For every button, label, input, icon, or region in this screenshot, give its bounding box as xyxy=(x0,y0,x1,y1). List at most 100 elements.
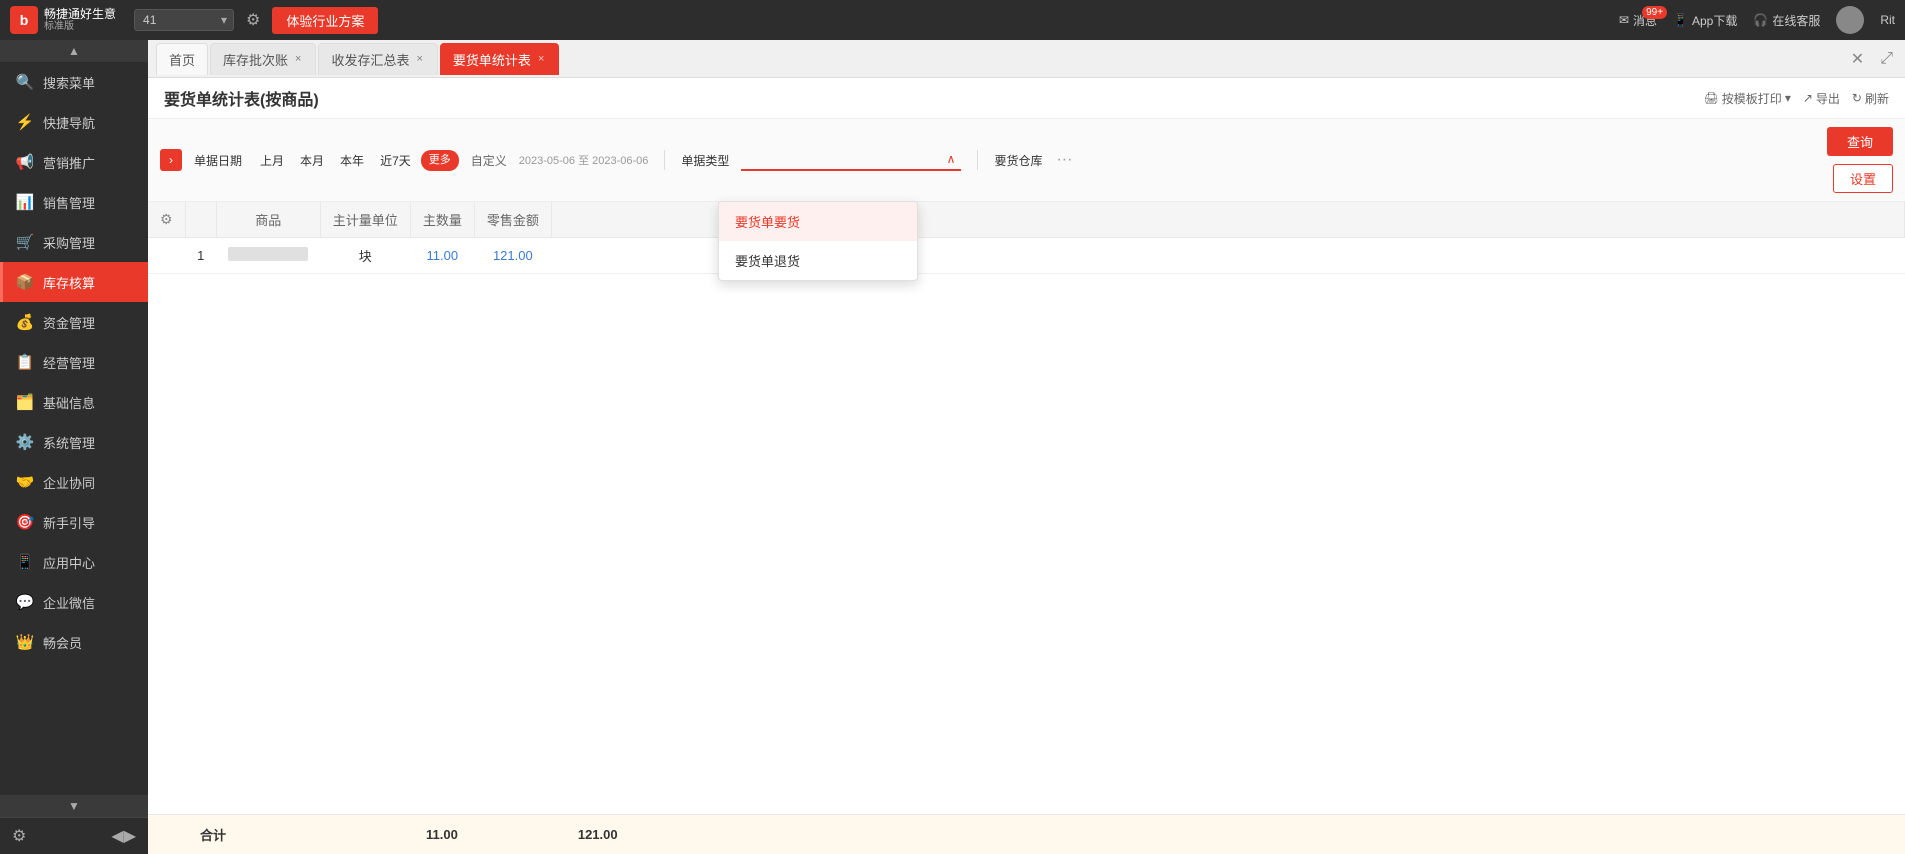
window-controls: ✕ ⤢ xyxy=(1847,47,1897,71)
basic-icon: 🗂️ xyxy=(15,392,35,412)
sidebar-scroll-up[interactable]: ▲ xyxy=(0,40,148,62)
sidebar-item-vip[interactable]: 👑 畅会员 xyxy=(0,622,148,662)
inventory-icon: 📦 xyxy=(15,272,35,292)
app-icon: 📱 xyxy=(1673,13,1688,27)
refresh-icon: ↻ xyxy=(1852,91,1862,105)
tab-close-batch[interactable]: × xyxy=(293,53,303,65)
type-input[interactable] xyxy=(741,149,940,169)
table-wrap: ⚙ 商品 主计量单位 主数量 零售金额 1 xyxy=(148,202,1905,814)
dropdown-item-req-return[interactable]: 要货单退货 xyxy=(719,241,917,280)
th-product: 商品 xyxy=(216,202,320,238)
th-settings[interactable]: ⚙ xyxy=(148,202,185,238)
sidebar-item-sales[interactable]: 📊 销售管理 xyxy=(0,182,148,222)
sidebar-item-guide[interactable]: 🎯 新手引导 xyxy=(0,502,148,542)
query-btn[interactable]: 查询 xyxy=(1827,127,1893,156)
sidebar-item-marketing[interactable]: 📢 营销推广 xyxy=(0,142,148,182)
sidebar-item-shortcut[interactable]: ⚡ 快捷导航 xyxy=(0,102,148,142)
window-close-icon[interactable]: ✕ xyxy=(1847,47,1868,71)
tab-close-recv[interactable]: × xyxy=(414,53,424,65)
dropdown-item-req-order[interactable]: 要货单要货 xyxy=(719,202,917,241)
user-name: Rit xyxy=(1880,13,1895,27)
sidebar-item-basic[interactable]: 🗂️ 基础信息 xyxy=(0,382,148,422)
print-btn[interactable]: 🖨 按模板打印 ▾ xyxy=(1704,90,1791,107)
tab-home[interactable]: 首页 xyxy=(156,43,208,75)
avatar[interactable] xyxy=(1836,6,1864,34)
data-table: ⚙ 商品 主计量单位 主数量 零售金额 1 xyxy=(148,202,1905,274)
sidebar-item-wechat[interactable]: 💬 企业微信 xyxy=(0,582,148,622)
date-year[interactable]: 本年 xyxy=(334,150,370,171)
top-header: b 畅捷通好生意 标准版 41 ▾ ⚙ 体验行业方案 ✉ 消息 99+ 📱 Ap… xyxy=(0,0,1905,40)
date-prev-month[interactable]: 上月 xyxy=(254,150,290,171)
export-btn[interactable]: ↗ 导出 xyxy=(1803,90,1840,107)
row-seq: 1 xyxy=(185,238,216,274)
export-icon: ↗ xyxy=(1803,91,1813,105)
sidebar-gear-icon[interactable]: ⚙ xyxy=(12,826,26,846)
type-dropdown: 要货单要货 要货单退货 xyxy=(718,201,918,281)
settings-btn[interactable]: 设置 xyxy=(1833,164,1893,193)
app-download-btn[interactable]: 📱 App下载 xyxy=(1673,12,1737,29)
sidebar-item-finance[interactable]: 💰 资金管理 xyxy=(0,302,148,342)
filter-right-btns: 查询 设置 xyxy=(1827,127,1893,193)
table-settings-icon[interactable]: ⚙ xyxy=(160,211,173,227)
type-input-wrap: ∧ xyxy=(741,149,961,171)
th-quantity: 主数量 xyxy=(410,202,474,238)
warehouse-dots-icon[interactable]: ··· xyxy=(1056,151,1072,169)
date-custom-btn[interactable]: 自定义 xyxy=(471,152,507,169)
date-label: 单据日期 xyxy=(194,152,242,169)
purchase-icon: 🛒 xyxy=(15,232,35,252)
content-area: 首页 库存批次账 × 收发存汇总表 × 要货单统计表 × ✕ ⤢ 要货 xyxy=(148,40,1905,854)
message-btn[interactable]: ✉ 消息 99+ xyxy=(1619,12,1657,29)
type-label: 单据类型 xyxy=(681,152,729,169)
date-more-badge[interactable]: 更多 xyxy=(421,150,459,171)
page-header: 要货单统计表(按商品) 🖨 按模板打印 ▾ ↗ 导出 ↻ 刷新 xyxy=(148,78,1905,119)
sidebar-item-enterprise[interactable]: 🤝 企业协同 xyxy=(0,462,148,502)
sidebar-footer: ⚙ ◀▶ xyxy=(0,817,148,854)
header-right: ✉ 消息 99+ 📱 App下载 🎧 在线客服 Rit xyxy=(1619,6,1895,34)
lightning-icon: ⚡ xyxy=(15,112,35,132)
page-content: 要货单统计表(按商品) 🖨 按模板打印 ▾ ↗ 导出 ↻ 刷新 xyxy=(148,78,1905,854)
sidebar-scroll-down[interactable]: ▼ xyxy=(0,795,148,817)
filter-expand-btn[interactable]: › xyxy=(160,149,182,171)
page-actions: 🖨 按模板打印 ▾ ↗ 导出 ↻ 刷新 xyxy=(1704,90,1889,107)
trial-btn[interactable]: 体验行业方案 xyxy=(272,7,378,34)
date-buttons: 上月 本月 本年 近7天 更多 xyxy=(254,150,459,171)
row-amount[interactable]: 121.00 xyxy=(474,238,551,274)
date-range-display: 2023-05-06 至 2023-06-06 xyxy=(519,152,649,168)
type-caret-icon[interactable]: ∧ xyxy=(941,152,962,166)
tabs-bar: 首页 库存批次账 × 收发存汇总表 × 要货单统计表 × ✕ ⤢ xyxy=(148,40,1905,78)
sidebar-item-inventory[interactable]: 📦 库存核算 xyxy=(0,262,148,302)
sidebar: ▲ 🔍 搜索菜单 ⚡ 快捷导航 📢 营销推广 📊 销售管理 🛒 采购管理 xyxy=(0,40,148,854)
th-seq xyxy=(185,202,216,238)
tab-req-stats[interactable]: 要货单统计表 × xyxy=(440,43,559,75)
sidebar-item-operations[interactable]: 📋 经营管理 xyxy=(0,342,148,382)
sidebar-item-purchase[interactable]: 🛒 采购管理 xyxy=(0,222,148,262)
sidebar-collapse-icon[interactable]: ◀▶ xyxy=(111,826,136,846)
filter-divider-1 xyxy=(664,150,665,170)
tab-close-req[interactable]: × xyxy=(536,53,546,65)
row-product xyxy=(216,238,320,274)
search-icon: 🔍 xyxy=(15,72,35,92)
store-selector[interactable]: 41 ▾ xyxy=(134,9,234,31)
tab-batch-account[interactable]: 库存批次账 × xyxy=(210,43,316,75)
row-quantity[interactable]: 11.00 xyxy=(410,238,474,274)
vip-icon: 👑 xyxy=(15,632,35,652)
refresh-btn[interactable]: ↻ 刷新 xyxy=(1852,90,1889,107)
date-curr-month[interactable]: 本月 xyxy=(294,150,330,171)
row-empty-check xyxy=(148,238,185,274)
window-expand-icon[interactable]: ⤢ xyxy=(1876,48,1897,70)
sidebar-item-appcenter[interactable]: 📱 应用中心 xyxy=(0,542,148,582)
settings-icon[interactable]: ⚙ xyxy=(242,6,264,34)
sales-icon: 📊 xyxy=(15,192,35,212)
sidebar-item-system[interactable]: ⚙️ 系统管理 xyxy=(0,422,148,462)
page-title: 要货单统计表(按商品) xyxy=(164,86,319,110)
th-amount: 零售金额 xyxy=(474,202,551,238)
sidebar-item-search[interactable]: 🔍 搜索菜单 xyxy=(0,62,148,102)
message-icon: ✉ xyxy=(1619,13,1629,27)
th-unit: 主计量单位 xyxy=(320,202,410,238)
filter-bar: › 单据日期 上月 本月 本年 近7天 更多 自定义 2023-05-06 至 … xyxy=(148,119,1905,202)
online-service-btn[interactable]: 🎧 在线客服 xyxy=(1753,12,1820,29)
date-7days[interactable]: 近7天 xyxy=(374,150,417,171)
summary-label: 合计 xyxy=(160,825,226,844)
tab-recv-summary[interactable]: 收发存汇总表 × xyxy=(318,43,437,75)
summary-amount: 121.00 xyxy=(578,827,618,842)
